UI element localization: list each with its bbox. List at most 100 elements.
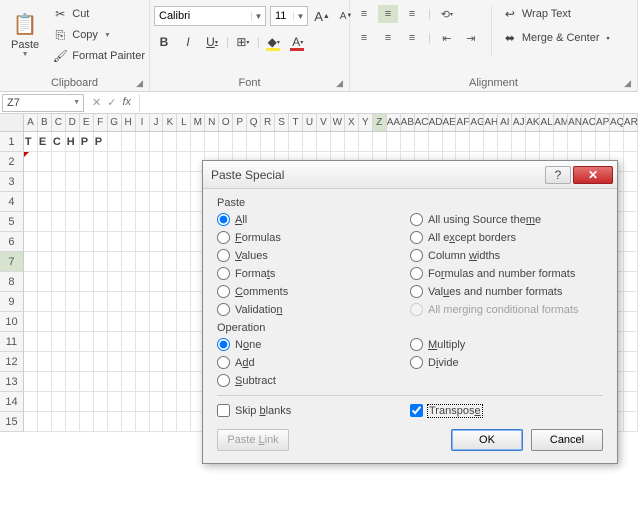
cell[interactable] xyxy=(24,172,38,192)
cell[interactable] xyxy=(624,172,638,192)
cell[interactable] xyxy=(163,392,177,412)
column-header[interactable]: G xyxy=(108,114,122,131)
cell[interactable] xyxy=(163,332,177,352)
cell[interactable] xyxy=(122,172,136,192)
align-right-button[interactable]: ≡ xyxy=(402,29,422,47)
column-header[interactable]: U xyxy=(303,114,317,131)
column-header[interactable]: H xyxy=(122,114,136,131)
cell[interactable] xyxy=(163,412,177,432)
cell[interactable] xyxy=(624,272,638,292)
cell[interactable] xyxy=(66,232,80,252)
cell[interactable] xyxy=(150,332,164,352)
cell[interactable] xyxy=(596,132,610,152)
cell[interactable] xyxy=(401,132,415,152)
radio-formats[interactable]: Formats xyxy=(217,267,410,280)
cell[interactable] xyxy=(52,232,66,252)
cell[interactable] xyxy=(247,132,261,152)
cell[interactable] xyxy=(108,392,122,412)
cell[interactable] xyxy=(177,212,191,232)
cell[interactable] xyxy=(624,212,638,232)
cell[interactable] xyxy=(456,132,470,152)
cell[interactable] xyxy=(122,372,136,392)
column-header[interactable]: N xyxy=(205,114,219,131)
cell[interactable] xyxy=(150,352,164,372)
cell[interactable] xyxy=(38,212,52,232)
cell[interactable] xyxy=(122,192,136,212)
cell[interactable] xyxy=(122,272,136,292)
cancel-formula-icon[interactable]: ✕ xyxy=(92,96,101,109)
cell[interactable] xyxy=(150,412,164,432)
row-header[interactable]: 15 xyxy=(0,412,24,432)
align-top-button[interactable]: ≡ xyxy=(354,5,374,23)
radio-values[interactable]: Values xyxy=(217,249,410,262)
cell[interactable] xyxy=(163,192,177,212)
cell[interactable] xyxy=(122,332,136,352)
font-size-input[interactable] xyxy=(271,10,293,22)
help-button[interactable]: ? xyxy=(545,166,571,184)
cell[interactable] xyxy=(24,332,38,352)
cell[interactable] xyxy=(177,132,191,152)
column-header[interactable]: T xyxy=(289,114,303,131)
cell[interactable] xyxy=(122,392,136,412)
column-header[interactable]: AF xyxy=(456,114,470,131)
underline-button[interactable]: U▾ xyxy=(202,32,222,52)
column-header[interactable]: AD xyxy=(429,114,443,131)
row-header[interactable]: 7 xyxy=(0,252,24,272)
skip-blanks-checkbox[interactable]: Skip blanks xyxy=(217,404,410,417)
column-header[interactable]: AL xyxy=(540,114,554,131)
cell[interactable] xyxy=(94,292,108,312)
column-header[interactable]: AK xyxy=(526,114,540,131)
column-header[interactable]: AC xyxy=(415,114,429,131)
cell[interactable] xyxy=(359,132,373,152)
row-header[interactable]: 5 xyxy=(0,212,24,232)
cell[interactable]: H xyxy=(66,132,80,152)
cell[interactable] xyxy=(177,272,191,292)
cell[interactable] xyxy=(345,132,359,152)
merge-center-button[interactable]: ⬌Merge & Center▾ xyxy=(502,29,610,47)
cell[interactable] xyxy=(233,132,247,152)
cell[interactable] xyxy=(80,272,94,292)
dialog-launcher-icon[interactable]: ◢ xyxy=(336,78,343,89)
column-header[interactable]: AQ xyxy=(610,114,624,131)
cell[interactable] xyxy=(108,332,122,352)
cell[interactable] xyxy=(38,172,52,192)
cell[interactable] xyxy=(24,232,38,252)
cell[interactable] xyxy=(94,332,108,352)
cell[interactable] xyxy=(150,272,164,292)
align-left-button[interactable]: ≡ xyxy=(354,29,374,47)
cell[interactable] xyxy=(94,352,108,372)
radio-add[interactable]: Add xyxy=(217,356,410,369)
cell[interactable] xyxy=(52,272,66,292)
cell[interactable] xyxy=(38,412,52,432)
cell[interactable] xyxy=(163,152,177,172)
cell[interactable] xyxy=(150,132,164,152)
cell[interactable] xyxy=(205,132,219,152)
cell[interactable] xyxy=(443,132,457,152)
cell[interactable] xyxy=(52,392,66,412)
cell[interactable] xyxy=(80,412,94,432)
cell[interactable] xyxy=(624,192,638,212)
transpose-checkbox[interactable]: Transpose xyxy=(410,404,603,417)
cell[interactable] xyxy=(177,412,191,432)
column-header[interactable]: I xyxy=(136,114,150,131)
cell[interactable] xyxy=(554,132,568,152)
cell[interactable] xyxy=(387,132,401,152)
cell[interactable] xyxy=(80,332,94,352)
enter-formula-icon[interactable]: ✓ xyxy=(107,96,116,109)
cell[interactable] xyxy=(108,172,122,192)
align-bottom-button[interactable]: ≡ xyxy=(402,5,422,23)
cell[interactable] xyxy=(512,132,526,152)
cell[interactable] xyxy=(136,312,150,332)
cell[interactable] xyxy=(150,292,164,312)
cancel-button[interactable]: Cancel xyxy=(531,429,603,451)
cell[interactable] xyxy=(177,152,191,172)
cell[interactable]: E xyxy=(38,132,52,152)
column-header[interactable]: Z xyxy=(373,114,387,131)
cell[interactable] xyxy=(38,392,52,412)
cell[interactable] xyxy=(624,152,638,172)
cell[interactable] xyxy=(136,132,150,152)
cell[interactable] xyxy=(484,132,498,152)
ok-button[interactable]: OK xyxy=(451,429,523,451)
cell[interactable] xyxy=(303,132,317,152)
radio-subtract[interactable]: Subtract xyxy=(217,374,410,387)
